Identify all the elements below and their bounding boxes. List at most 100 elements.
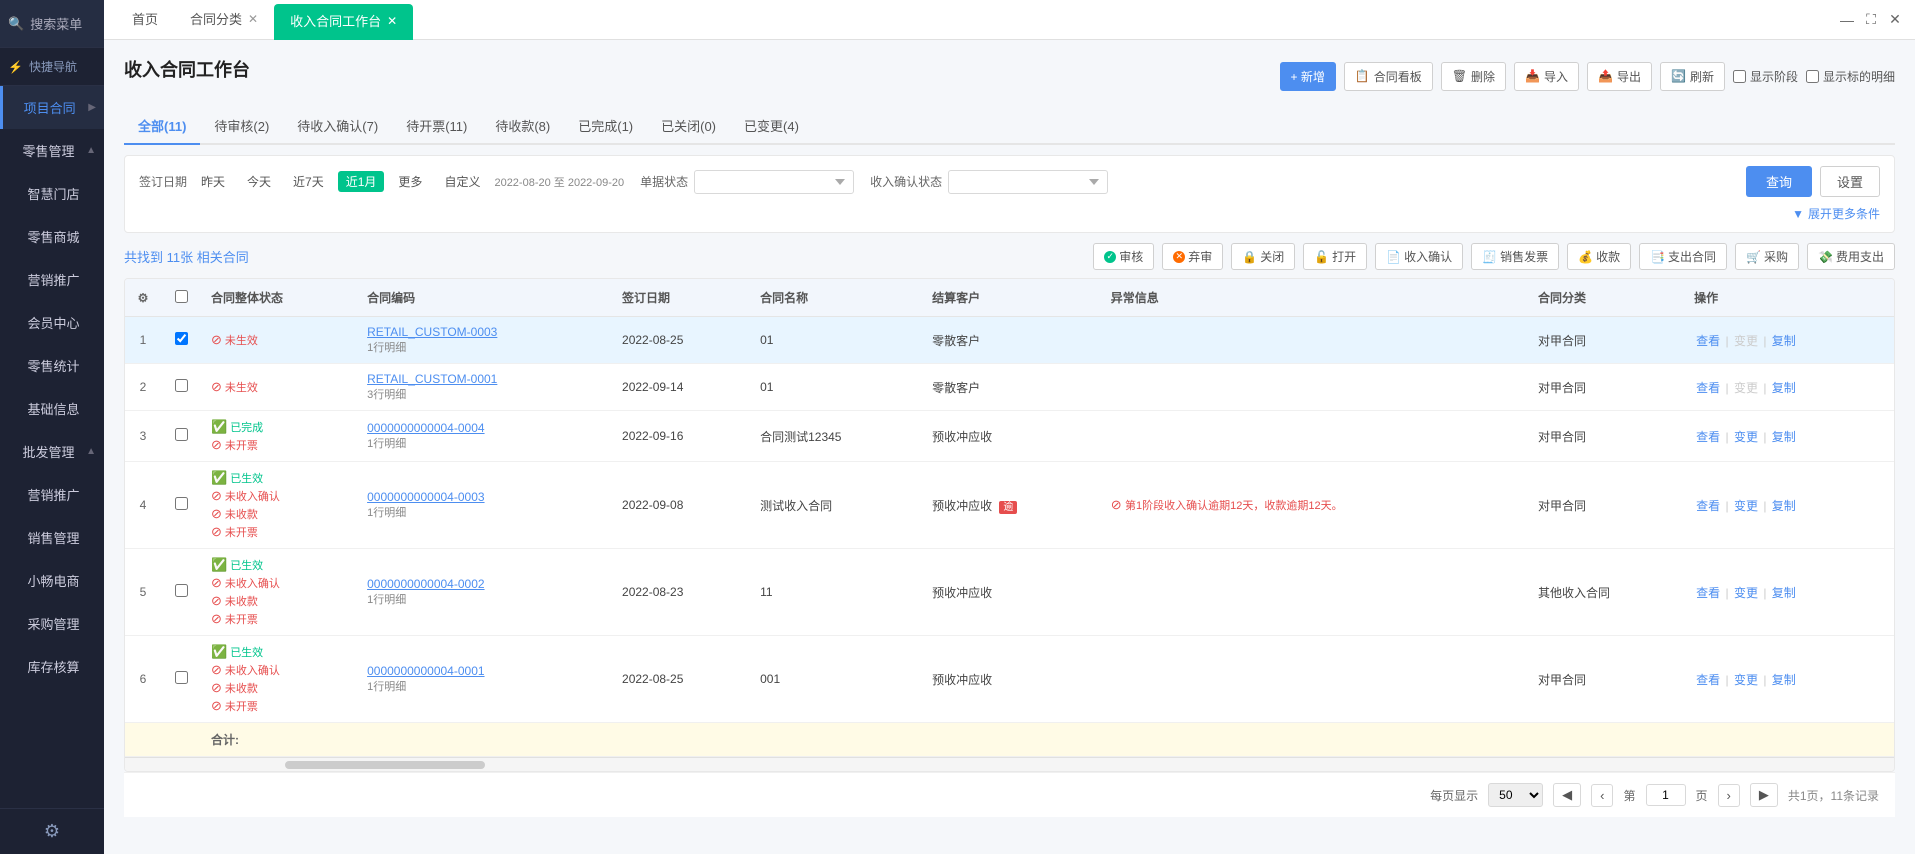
copy-btn-5[interactable]: 复制 (1770, 586, 1798, 600)
close-btn[interactable]: ✕ (1887, 12, 1903, 28)
show-stage-checkbox[interactable]: 显示阶段 (1733, 68, 1798, 85)
filter-doc-status-select[interactable] (694, 170, 854, 194)
date-btn-custom[interactable]: 自定义 (436, 171, 488, 192)
copy-btn-3[interactable]: 复制 (1770, 430, 1798, 444)
filter-income-confirm-select[interactable] (948, 170, 1108, 194)
code-link-2[interactable]: RETAIL_CUSTOM-0001 (367, 372, 497, 386)
tab-contract-category[interactable]: 合同分类 ✕ (174, 0, 274, 40)
purchase-btn[interactable]: 🛒 采购 (1735, 243, 1799, 270)
date-btn-more[interactable]: 更多 (390, 171, 430, 192)
first-page-btn[interactable]: ◀ (1553, 783, 1581, 807)
last-page-btn[interactable]: ▶ (1750, 783, 1778, 807)
expense-out-btn[interactable]: 💸 费用支出 (1807, 243, 1895, 270)
date-btn-yesterday[interactable]: 昨天 (193, 171, 233, 192)
sidebar-item-marketing-1[interactable]: 营销推广 (0, 258, 104, 301)
tab-income-contract[interactable]: 收入合同工作台 ✕ (274, 4, 413, 40)
sub-tab-pending-invoice[interactable]: 待开票(11) (392, 108, 481, 145)
td-checkbox-6[interactable] (161, 636, 201, 723)
horizontal-scrollbar[interactable] (125, 757, 1894, 771)
view-btn-2[interactable]: 查看 (1694, 381, 1722, 395)
sub-tab-pending-payment[interactable]: 待收款(8) (481, 108, 564, 145)
sales-invoice-btn[interactable]: 🧾 销售发票 (1471, 243, 1559, 270)
row-checkbox-3[interactable] (175, 428, 188, 441)
sidebar-item-retail-stats[interactable]: 零售统计 (0, 344, 104, 387)
sub-tab-changed[interactable]: 已变更(4) (730, 108, 813, 145)
sidebar-item-smart-store[interactable]: 智慧门店 (0, 172, 104, 215)
expand-filter-btn[interactable]: ▼ 展开更多条件 (1792, 205, 1880, 222)
code-link-1[interactable]: RETAIL_CUSTOM-0003 (367, 325, 497, 339)
sidebar-item-purchase[interactable]: 采购管理 (0, 602, 104, 645)
view-btn-3[interactable]: 查看 (1694, 430, 1722, 444)
change-btn-5[interactable]: 变更 (1732, 586, 1760, 600)
minimize-btn[interactable]: — (1839, 12, 1855, 28)
scrollbar-thumb[interactable] (285, 761, 485, 769)
sidebar-search[interactable]: 🔍 搜索菜单 (0, 0, 104, 48)
td-checkbox-3[interactable] (161, 411, 201, 462)
next-page-btn[interactable]: › (1718, 784, 1740, 807)
close-btn[interactable]: 🔒 关闭 (1231, 243, 1295, 270)
view-btn-5[interactable]: 查看 (1694, 586, 1722, 600)
maximize-btn[interactable]: ⛶ (1863, 12, 1879, 28)
th-settings[interactable]: ⚙ (125, 279, 161, 317)
sub-tab-all[interactable]: 全部(11) (124, 108, 200, 145)
sidebar-item-stock[interactable]: 库存核算 (0, 645, 104, 688)
sidebar-item-xiaochangec[interactable]: 小畅电商 (0, 559, 104, 602)
sub-tab-closed[interactable]: 已关闭(0) (647, 108, 730, 145)
page-size-select[interactable]: 50 20 100 (1488, 783, 1543, 807)
sidebar-item-retail-management[interactable]: 零售管理 ▲ (0, 129, 104, 172)
expense-contract-btn[interactable]: 📑 支出合同 (1639, 243, 1727, 270)
sidebar-item-member-center[interactable]: 会员中心 (0, 301, 104, 344)
sidebar-settings-btn[interactable]: ⚙ (0, 808, 104, 854)
row-checkbox-6[interactable] (175, 671, 188, 684)
tab-income-contract-close[interactable]: ✕ (387, 14, 397, 28)
change-btn-2[interactable]: 变更 (1732, 381, 1760, 395)
show-detail-checkbox[interactable]: 显示标的明细 (1806, 68, 1895, 85)
prev-page-btn[interactable]: ‹ (1591, 784, 1613, 807)
export-button[interactable]: 📤 导出 (1587, 62, 1652, 91)
td-checkbox-5[interactable] (161, 549, 201, 636)
sidebar-item-retail-mall[interactable]: 零售商城 (0, 215, 104, 258)
sidebar-item-project-contract[interactable]: 项目合同 ▶ (0, 86, 104, 129)
copy-btn-6[interactable]: 复制 (1770, 673, 1798, 687)
row-checkbox-4[interactable] (175, 497, 188, 510)
date-btn-1month[interactable]: 近1月 (338, 171, 385, 192)
open-btn[interactable]: 🔓 打开 (1303, 243, 1367, 270)
code-link-4[interactable]: 0000000000004-0003 (367, 490, 484, 504)
change-btn-6[interactable]: 变更 (1732, 673, 1760, 687)
refresh-button[interactable]: 🔄 刷新 (1660, 62, 1725, 91)
query-button[interactable]: 查询 (1746, 166, 1812, 197)
kanban-button[interactable]: 📋 合同看板 (1344, 62, 1433, 91)
view-btn-4[interactable]: 查看 (1694, 499, 1722, 513)
delete-button[interactable]: 🗑 删除 (1441, 62, 1506, 91)
sidebar-item-sales-management[interactable]: 销售管理 (0, 516, 104, 559)
date-btn-today[interactable]: 今天 (239, 171, 279, 192)
sub-tab-pending-review[interactable]: 待审核(2) (200, 108, 283, 145)
copy-btn-1[interactable]: 复制 (1770, 334, 1798, 348)
code-link-3[interactable]: 0000000000004-0004 (367, 421, 484, 435)
copy-btn-4[interactable]: 复制 (1770, 499, 1798, 513)
sub-tab-pending-income-confirm[interactable]: 待收入确认(7) (283, 108, 392, 145)
sidebar-quick-nav[interactable]: ⚡ 快捷导航 (0, 48, 104, 86)
code-link-5[interactable]: 0000000000004-0002 (367, 577, 484, 591)
change-btn-4[interactable]: 变更 (1732, 499, 1760, 513)
code-link-6[interactable]: 0000000000004-0001 (367, 664, 484, 678)
tab-home[interactable]: 首页 (116, 0, 174, 40)
view-btn-6[interactable]: 查看 (1694, 673, 1722, 687)
audit-btn[interactable]: ✓ 审核 (1093, 243, 1154, 270)
row-checkbox-5[interactable] (175, 584, 188, 597)
td-checkbox-4[interactable] (161, 462, 201, 549)
th-checkbox[interactable] (161, 279, 201, 317)
select-all-checkbox[interactable] (175, 290, 188, 303)
show-detail-input[interactable] (1806, 70, 1819, 83)
td-checkbox-1[interactable] (161, 317, 201, 364)
sidebar-item-wholesale[interactable]: 批发管理 ▲ (0, 430, 104, 473)
new-button[interactable]: + 新增 (1280, 62, 1336, 91)
td-checkbox-2[interactable] (161, 364, 201, 411)
import-button[interactable]: 📥 导入 (1514, 62, 1579, 91)
tab-contract-category-close[interactable]: ✕ (248, 12, 258, 26)
income-confirm-btn[interactable]: 📄 收入确认 (1375, 243, 1463, 270)
sub-tab-completed[interactable]: 已完成(1) (564, 108, 647, 145)
show-stage-input[interactable] (1733, 70, 1746, 83)
page-number-input[interactable] (1646, 784, 1686, 806)
set-button[interactable]: 设置 (1820, 166, 1880, 197)
